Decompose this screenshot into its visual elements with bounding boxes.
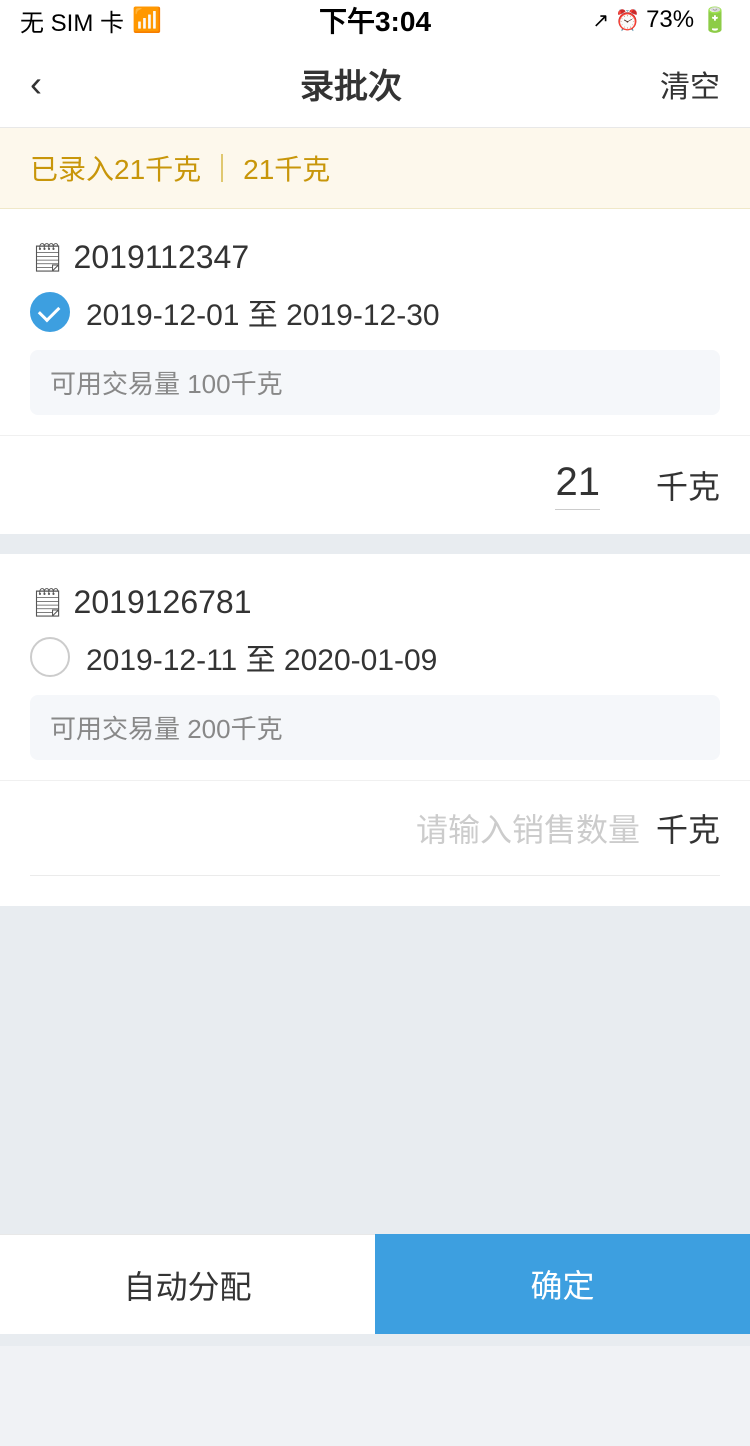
no-sim-text: 无 SIM 卡 bbox=[20, 3, 124, 38]
status-bar: 无 SIM 卡 📶 下午3:04 ↗ ⏰ 73% 🔋 bbox=[0, 0, 750, 40]
batch-2-placeholder: 请输入销售数量 bbox=[416, 805, 640, 851]
batch-1-date-row[interactable]: 2019-12-01 至 2019-12-30 bbox=[30, 290, 720, 334]
summary-divider bbox=[221, 154, 223, 182]
batch-2-header: 🗒 2019126781 bbox=[30, 584, 720, 621]
batch-1-id: 2019112347 bbox=[74, 239, 250, 276]
batch-2-id: 2019126781 bbox=[74, 584, 252, 621]
auto-distribute-button[interactable]: 自动分配 bbox=[0, 1234, 375, 1334]
clear-button[interactable]: 清空 bbox=[660, 62, 720, 106]
batch-2-unit: 千克 bbox=[656, 805, 720, 851]
wifi-icon: 📶 bbox=[132, 6, 162, 35]
batch-1-header: 🗒 2019112347 bbox=[30, 239, 720, 276]
batch-2-radio[interactable] bbox=[30, 637, 70, 677]
batch-2-input-row[interactable]: 请输入销售数量 千克 bbox=[0, 780, 750, 875]
batch-1-qty-row: 21 千克 bbox=[0, 435, 750, 534]
back-button[interactable]: ‹ bbox=[30, 63, 42, 105]
location-icon: ↗ bbox=[592, 8, 609, 33]
summary-label: 已录入21千克 bbox=[30, 148, 201, 188]
battery-icon: 🔋 bbox=[700, 6, 730, 35]
batch-2-available: 可用交易量 200千克 bbox=[30, 695, 720, 760]
status-right: ↗ ⏰ 73% 🔋 bbox=[592, 6, 730, 35]
nav-bar: ‹ 录批次 清空 bbox=[0, 40, 750, 128]
batch-1-doc-icon: 🗒 bbox=[30, 241, 66, 274]
bottom-bar: 自动分配 确定 bbox=[0, 1234, 750, 1334]
page-title: 录批次 bbox=[300, 59, 402, 108]
summary-bar: 已录入21千克 21千克 bbox=[0, 128, 750, 209]
batch-1-qty-value[interactable]: 21 bbox=[555, 460, 600, 510]
batch-2-doc-icon: 🗒 bbox=[30, 586, 66, 619]
batch-1-available: 可用交易量 100千克 bbox=[30, 350, 720, 415]
alarm-icon: ⏰ bbox=[615, 8, 640, 33]
batch-1-unit: 千克 bbox=[656, 462, 720, 508]
section-separator-1 bbox=[0, 534, 750, 554]
batch-2-date-row[interactable]: 2019-12-11 至 2020-01-09 bbox=[30, 635, 720, 679]
batch-item-1: 🗒 2019112347 2019-12-01 至 2019-12-30 可用交… bbox=[0, 209, 750, 534]
status-left: 无 SIM 卡 📶 bbox=[20, 3, 162, 38]
batch-1-radio[interactable] bbox=[30, 292, 70, 332]
batch-item-2: 🗒 2019126781 2019-12-11 至 2020-01-09 可用交… bbox=[0, 554, 750, 906]
batch-2-date: 2019-12-11 至 2020-01-09 bbox=[86, 635, 437, 679]
batch-1-date: 2019-12-01 至 2019-12-30 bbox=[86, 290, 440, 334]
confirm-button[interactable]: 确定 bbox=[375, 1234, 750, 1334]
status-time: 下午3:04 bbox=[319, 0, 431, 40]
battery-text: 73% bbox=[646, 6, 694, 34]
summary-amount: 21千克 bbox=[243, 148, 330, 188]
